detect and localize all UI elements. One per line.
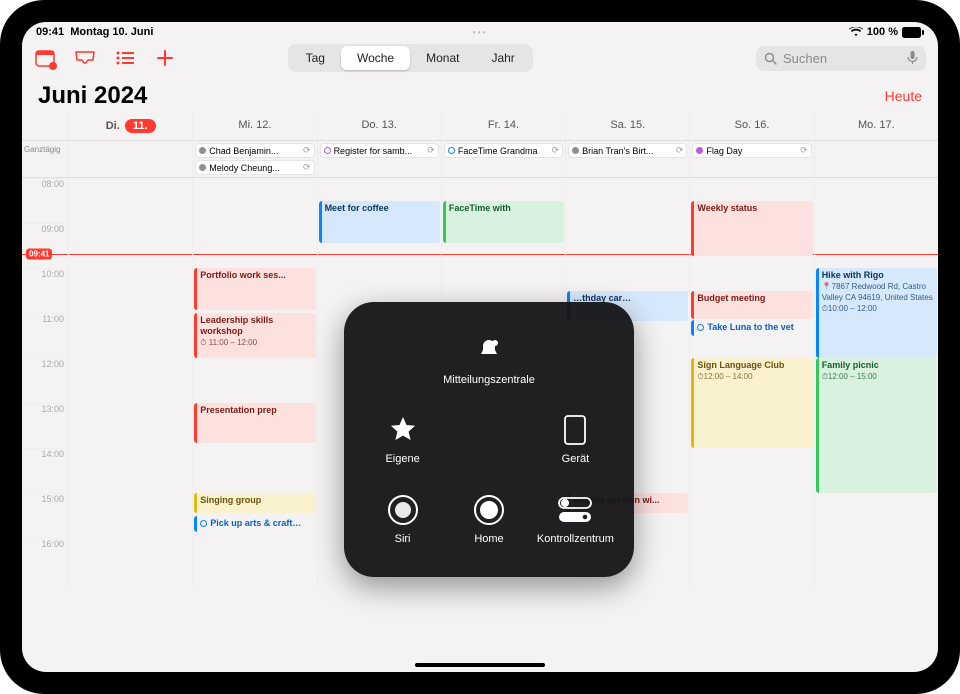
seg-day[interactable]: Tag [290,46,341,70]
at-device[interactable]: Gerät [558,413,592,465]
day-header[interactable]: Di. 11. [68,112,192,140]
toolbar: Tag Woche Monat Jahr Suchen [22,38,938,78]
calendar-event[interactable]: Pick up arts & craft… [194,516,315,532]
hour-label: 15:00 [22,493,68,538]
calendar-event[interactable]: Presentation prep [194,403,315,443]
multitask-dots-icon[interactable]: ••• [473,28,487,37]
hour-label: 13:00 [22,403,68,448]
hour-label: 16:00 [22,538,68,583]
allday-event[interactable]: Chad Benjamin...⟳ [195,143,314,158]
battery-icon [902,27,924,38]
list-icon[interactable] [114,47,136,69]
allday-row: Ganztägig Chad Benjamin...⟳ Melody Cheung… [22,141,938,178]
repeat-icon: ⟳ [800,145,808,156]
hour-label: 08:00 [22,178,68,223]
calendar-event[interactable]: Hike with Rigo📍7867 Redwood Rd, Castro V… [816,268,937,358]
calendar-event[interactable]: Weekly status [691,201,812,256]
calendar-event[interactable]: Portfolio work ses... [194,268,315,310]
at-notification-center[interactable]: Mitteilungszentrale [443,334,535,386]
hour-label: 14:00 [22,448,68,493]
allday-label: Ganztägig [22,141,68,177]
calendar-event[interactable]: Meet for coffee [319,201,440,243]
calendar-icon[interactable] [34,47,56,69]
allday-event[interactable]: Register for samb...⟳ [320,143,439,158]
allday-event[interactable]: FaceTime Grandma⟳ [444,143,563,158]
calendar-event[interactable]: Singing group [194,493,315,513]
day-header[interactable]: Mo. 17. [814,112,938,140]
hour-label: 10:00 [22,268,68,313]
battery-text: 100 % [867,26,898,38]
at-control-center[interactable]: Kontrollzentrum [537,493,614,545]
toggles-icon [558,493,592,527]
home-button-icon [472,493,506,527]
status-date: Montag 10. Juni [70,26,153,38]
at-home[interactable]: Home [472,493,506,545]
day-header[interactable]: Do. 13. [317,112,441,140]
day-headers: Di. 11. Mi. 12. Do. 13. Fr. 14. Sa. 15. … [22,112,938,141]
day-header[interactable]: Fr. 14. [441,112,565,140]
wifi-icon [849,27,863,37]
search-input[interactable]: Suchen [756,46,926,71]
bell-icon [472,334,506,368]
month-title: Juni 2024 [38,82,147,110]
repeat-icon: ⟳ [303,145,311,156]
repeat-icon: ⟳ [303,162,311,173]
calendar-event[interactable]: Leadership skills workshop⏱ 11:00 – 12:0… [194,313,315,358]
star-icon [386,413,420,447]
calendar-event[interactable]: Budget meeting [691,291,812,319]
allday-event[interactable]: Flag Day⟳ [692,143,811,158]
seg-year[interactable]: Jahr [475,46,530,70]
seg-month[interactable]: Monat [410,46,475,70]
hour-label: 12:00 [22,358,68,403]
search-placeholder: Suchen [783,51,827,66]
calendar-event[interactable]: Family picnic⏱12:00 – 15:00 [816,358,937,493]
day-header[interactable]: Mi. 12. [192,112,316,140]
hour-label: 09:00 [22,223,68,268]
calendar-event[interactable]: FaceTime with [443,201,564,243]
at-custom[interactable]: Eigene [385,413,419,465]
seg-week[interactable]: Woche [341,46,410,70]
home-indicator[interactable] [415,663,545,667]
view-segmented-control: Tag Woche Monat Jahr [288,44,533,72]
day-header[interactable]: So. 16. [689,112,813,140]
screen: 09:41 Montag 10. Juni ••• 100 % Tag Woch… [22,22,938,672]
inbox-icon[interactable] [74,47,96,69]
status-time: 09:41 [36,26,64,38]
assistive-touch-menu: Mitteilungszentrale Eigene Gerät Siri Ho… [344,302,634,577]
repeat-icon: ⟳ [427,145,435,156]
search-icon [764,52,777,65]
mic-icon[interactable] [907,51,918,65]
allday-event[interactable]: Brian Tran's Birt...⟳ [568,143,687,158]
today-badge: 11. [125,119,156,133]
at-siri[interactable]: Siri [386,493,420,545]
device-icon [558,413,592,447]
siri-icon [386,493,420,527]
repeat-icon: ⟳ [552,145,560,156]
today-button[interactable]: Heute [885,88,922,104]
add-icon[interactable] [154,47,176,69]
repeat-icon: ⟳ [676,145,684,156]
allday-event[interactable]: Melody Cheung...⟳ [195,160,314,175]
ipad-device-frame: 09:41 Montag 10. Juni ••• 100 % Tag Woch… [0,0,960,694]
day-header[interactable]: Sa. 15. [565,112,689,140]
calendar-event[interactable]: Take Luna to the vet [691,320,812,336]
calendar-event[interactable]: Sign Language Club⏱12:00 – 14:00 [691,358,812,448]
now-time-badge: 09:41 [26,249,52,260]
status-bar: 09:41 Montag 10. Juni ••• 100 % [22,22,938,38]
hour-label: 11:00 [22,313,68,358]
title-row: Juni 2024 Heute [22,78,938,112]
